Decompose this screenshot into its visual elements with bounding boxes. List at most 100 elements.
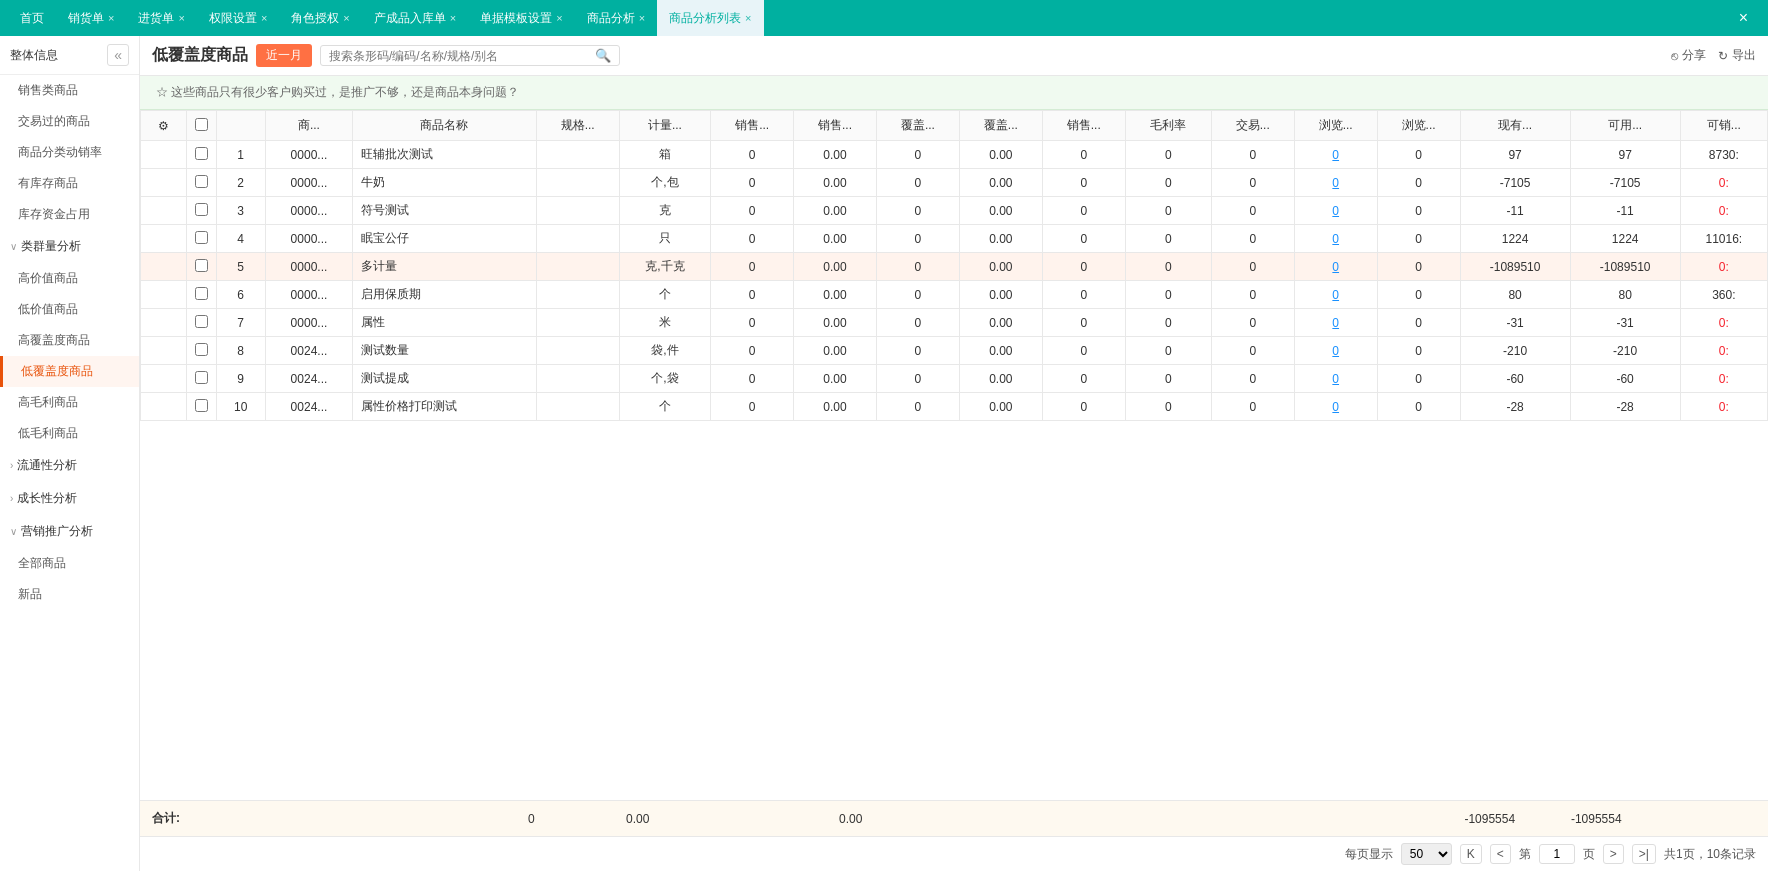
nav-template[interactable]: 单据模板设置 × <box>468 0 574 36</box>
prev-page-button[interactable]: < <box>1490 844 1511 864</box>
row-browse1[interactable]: 0 <box>1294 225 1377 253</box>
sidebar-section-growth-header[interactable]: › 成长性分析 <box>0 482 139 515</box>
sidebar-item-stocked-goods[interactable]: 有库存商品 <box>0 168 139 199</box>
row-settings[interactable] <box>141 365 187 393</box>
sidebar-item-traded-goods[interactable]: 交易过的商品 <box>0 106 139 137</box>
sales-qty-column-header[interactable]: 销售... <box>711 111 794 141</box>
last-page-button[interactable]: >| <box>1632 844 1656 864</box>
sidebar-item-category-rate[interactable]: 商品分类动销率 <box>0 137 139 168</box>
row-browse1[interactable]: 0 <box>1294 141 1377 169</box>
sidebar-item-high-coverage[interactable]: 高覆盖度商品 <box>0 325 139 356</box>
window-close-button[interactable]: × <box>1727 9 1760 27</box>
nav-roles-close[interactable]: × <box>343 12 349 24</box>
sidebar-item-low-coverage[interactable]: 低覆盖度商品 <box>0 356 139 387</box>
nav-production-close[interactable]: × <box>450 12 456 24</box>
settings-column-header[interactable]: ⚙ <box>141 111 187 141</box>
row-no: 1 <box>216 141 265 169</box>
sidebar-item-low-value[interactable]: 低价值商品 <box>0 294 139 325</box>
sales-amt-column-header[interactable]: 销售... <box>794 111 877 141</box>
row-browse1[interactable]: 0 <box>1294 337 1377 365</box>
row-browse1[interactable]: 0 <box>1294 281 1377 309</box>
export-button[interactable]: ↻ 导出 <box>1718 47 1756 64</box>
nav-analysis-close[interactable]: × <box>639 12 645 24</box>
trade-column-header[interactable]: 交易... <box>1211 111 1294 141</box>
sidebar-section-cluster-header[interactable]: ∨ 类群量分析 <box>0 230 139 263</box>
sales3-column-header[interactable]: 销售... <box>1042 111 1125 141</box>
nav-home[interactable]: 首页 <box>8 0 56 36</box>
row-checkbox[interactable] <box>186 169 216 197</box>
row-checkbox[interactable] <box>186 253 216 281</box>
sidebar-section-marketing-header[interactable]: ∨ 营销推广分析 <box>0 515 139 548</box>
sidebar-item-inventory-value[interactable]: 库存资金占用 <box>0 199 139 230</box>
row-browse1[interactable]: 0 <box>1294 393 1377 421</box>
row-checkbox[interactable] <box>186 197 216 225</box>
nav-purchase[interactable]: 进货单 × <box>126 0 196 36</box>
row-browse1[interactable]: 0 <box>1294 169 1377 197</box>
row-settings[interactable] <box>141 309 187 337</box>
table-wrapper[interactable]: ⚙ 商... 商品名称 规格... 计量... 销售... 销售... 覆盖..… <box>140 110 1768 800</box>
row-settings[interactable] <box>141 337 187 365</box>
nav-analysis[interactable]: 商品分析 × <box>575 0 657 36</box>
sidebar-item-new-goods[interactable]: 新品 <box>0 579 139 610</box>
row-browse1[interactable]: 0 <box>1294 197 1377 225</box>
sidebar-item-high-margin[interactable]: 高毛利商品 <box>0 387 139 418</box>
nav-analysis-list-close[interactable]: × <box>745 12 751 24</box>
cover2-column-header[interactable]: 覆盖... <box>959 111 1042 141</box>
row-checkbox[interactable] <box>186 337 216 365</box>
nav-sales[interactable]: 销货单 × <box>56 0 126 36</box>
sidebar-item-low-margin[interactable]: 低毛利商品 <box>0 418 139 449</box>
row-settings[interactable] <box>141 281 187 309</box>
search-icon[interactable]: 🔍 <box>595 48 611 63</box>
sidebar-item-sales-goods[interactable]: 销售类商品 <box>0 75 139 106</box>
gross-column-header[interactable]: 毛利率 <box>1125 111 1211 141</box>
unit-column-header[interactable]: 计量... <box>619 111 711 141</box>
row-browse1[interactable]: 0 <box>1294 365 1377 393</box>
search-input[interactable] <box>329 49 591 63</box>
nav-production[interactable]: 产成品入库单 × <box>362 0 468 36</box>
sidebar-item-high-value[interactable]: 高价值商品 <box>0 263 139 294</box>
nav-analysis-list[interactable]: 商品分析列表 × <box>657 0 763 36</box>
available-column-header[interactable]: 可用... <box>1570 111 1680 141</box>
row-checkbox[interactable] <box>186 281 216 309</box>
time-filter-button[interactable]: 近一月 <box>256 44 312 67</box>
row-checkbox[interactable] <box>186 225 216 253</box>
row-settings[interactable] <box>141 197 187 225</box>
row-settings[interactable] <box>141 225 187 253</box>
browse1-column-header[interactable]: 浏览... <box>1294 111 1377 141</box>
share-button[interactable]: ⎋ 分享 <box>1671 47 1706 64</box>
row-sales-amt: 0.00 <box>794 225 877 253</box>
browse2-column-header[interactable]: 浏览... <box>1377 111 1460 141</box>
row-checkbox[interactable] <box>186 309 216 337</box>
next-page-button[interactable]: > <box>1603 844 1624 864</box>
nav-permissions[interactable]: 权限设置 × <box>197 0 279 36</box>
row-browse1[interactable]: 0 <box>1294 253 1377 281</box>
row-settings[interactable] <box>141 169 187 197</box>
nav-sales-close[interactable]: × <box>108 12 114 24</box>
row-checkbox[interactable] <box>186 365 216 393</box>
cover1-column-header[interactable]: 覆盖... <box>877 111 960 141</box>
row-settings[interactable] <box>141 393 187 421</box>
checkbox-column-header[interactable] <box>186 111 216 141</box>
row-checkbox[interactable] <box>186 141 216 169</box>
nav-roles[interactable]: 角色授权 × <box>279 0 361 36</box>
nav-template-close[interactable]: × <box>556 12 562 24</box>
row-settings[interactable] <box>141 141 187 169</box>
sidebar-item-all-goods[interactable]: 全部商品 <box>0 548 139 579</box>
nav-purchase-close[interactable]: × <box>178 12 184 24</box>
nav-permissions-close[interactable]: × <box>261 12 267 24</box>
row-browse1[interactable]: 0 <box>1294 309 1377 337</box>
select-all-checkbox[interactable] <box>195 118 208 131</box>
sidebar-collapse-button[interactable]: « <box>107 44 129 66</box>
per-page-select[interactable]: 50 10 20 100 <box>1401 843 1452 865</box>
current-column-header[interactable]: 现有... <box>1460 111 1570 141</box>
row-checkbox[interactable] <box>186 393 216 421</box>
name-column-header[interactable]: 商品名称 <box>353 111 537 141</box>
page-input[interactable] <box>1539 844 1575 864</box>
sellable-column-header[interactable]: 可销... <box>1680 111 1767 141</box>
sidebar-section-liquidity: › 流通性分析 <box>0 449 139 482</box>
row-settings[interactable] <box>141 253 187 281</box>
sidebar-section-liquidity-header[interactable]: › 流通性分析 <box>0 449 139 482</box>
spec-column-header[interactable]: 规格... <box>536 111 619 141</box>
code-column-header[interactable]: 商... <box>265 111 352 141</box>
first-page-button[interactable]: K <box>1460 844 1482 864</box>
